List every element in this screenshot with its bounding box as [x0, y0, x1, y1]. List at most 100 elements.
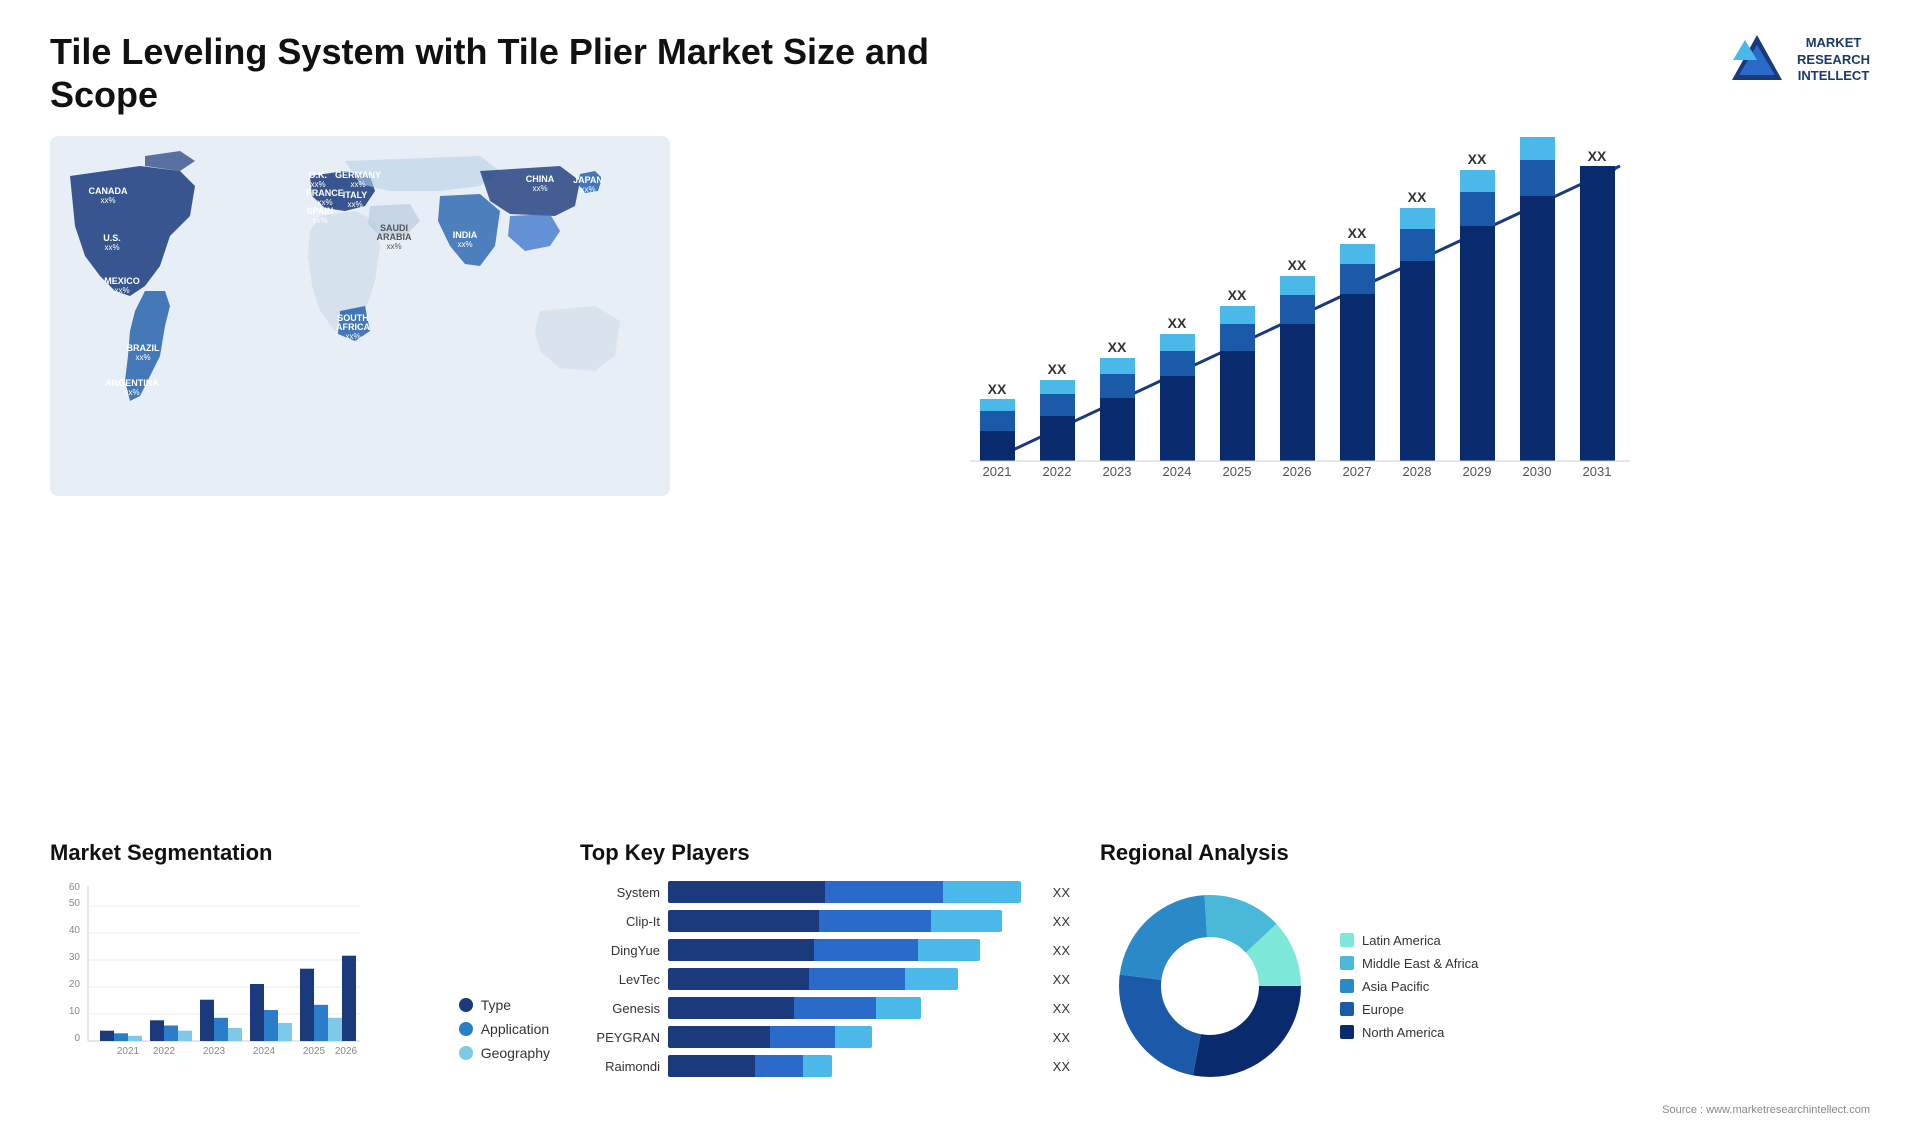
bar-seg1 [668, 1026, 770, 1048]
list-item: DingYue XX [580, 939, 1070, 961]
legend-item-type: Type [459, 997, 550, 1013]
svg-text:XX: XX [988, 381, 1007, 397]
donut-chart-svg [1100, 876, 1320, 1096]
bar-seg3 [905, 968, 958, 990]
svg-text:ARGENTINA: ARGENTINA [105, 378, 159, 388]
svg-text:JAPAN: JAPAN [573, 175, 603, 185]
bar-seg3 [943, 881, 1021, 903]
svg-text:INDIA: INDIA [453, 230, 478, 240]
svg-text:GERMANY: GERMANY [335, 170, 381, 180]
players-title: Top Key Players [580, 840, 1070, 866]
legend-label-latin-america: Latin America [1362, 933, 1441, 948]
legend-dot-type [459, 998, 473, 1012]
svg-text:2030: 2030 [1523, 464, 1552, 479]
svg-text:xx%: xx% [457, 240, 472, 249]
legend-label-type: Type [481, 997, 511, 1013]
player-bar-container [668, 968, 1040, 990]
legend-label-geography: Geography [481, 1045, 550, 1061]
logo-text: MARKET RESEARCH INTELLECT [1797, 35, 1870, 86]
player-value: XX [1053, 885, 1070, 900]
svg-text:2031: 2031 [1583, 464, 1612, 479]
seg-legend: Type Application Geography [444, 997, 550, 1081]
bar-seg2 [809, 968, 906, 990]
legend-color-mea [1340, 956, 1354, 970]
legend-item-middle-east-africa: Middle East & Africa [1340, 956, 1478, 971]
legend-color-europe [1340, 1002, 1354, 1016]
player-name: Clip-It [580, 914, 660, 929]
legend-item-asia-pacific: Asia Pacific [1340, 979, 1478, 994]
players-list: System XX Clip-It [580, 881, 1070, 1077]
player-bar [668, 1026, 872, 1048]
player-bar [668, 939, 980, 961]
map-section: CANADA xx% U.S. xx% MEXICO xx% BRAZIL xx… [50, 136, 670, 830]
player-bar-container [668, 910, 1040, 932]
players-section: Top Key Players System XX Clip-It [550, 840, 1070, 1116]
svg-text:U.K.: U.K. [309, 170, 327, 180]
player-bar-container [668, 939, 1040, 961]
svg-text:XX: XX [1588, 148, 1607, 164]
player-bar-container [668, 881, 1040, 903]
svg-text:2028: 2028 [1403, 464, 1432, 479]
svg-text:XX: XX [1408, 189, 1427, 205]
svg-text:30: 30 [69, 952, 81, 963]
svg-text:2023: 2023 [203, 1046, 226, 1057]
svg-text:xx%: xx% [350, 180, 365, 189]
player-name: DingYue [580, 943, 660, 958]
bar-seg1 [668, 910, 819, 932]
seg-chart-svg: 0 10 20 30 40 50 60 [50, 876, 370, 1076]
player-bar [668, 1055, 832, 1077]
svg-text:2021: 2021 [117, 1046, 140, 1057]
bar-seg1 [668, 1055, 755, 1077]
world-map-svg: CANADA xx% U.S. xx% MEXICO xx% BRAZIL xx… [50, 136, 670, 496]
svg-text:40: 40 [69, 925, 81, 936]
svg-text:20: 20 [69, 979, 81, 990]
legend-color-apac [1340, 979, 1354, 993]
svg-text:xx%: xx% [124, 388, 139, 397]
legend-item-latin-america: Latin America [1340, 933, 1478, 948]
bar-seg3 [876, 997, 921, 1019]
legend-color-latin-america [1340, 933, 1354, 947]
chart-section: XX 2021 XX 2022 XX 2023 [670, 136, 1870, 830]
map-wrapper: CANADA xx% U.S. xx% MEXICO xx% BRAZIL xx… [50, 136, 670, 496]
list-item: LevTec XX [580, 968, 1070, 990]
player-value: XX [1053, 914, 1070, 929]
legend-label-mea: Middle East & Africa [1362, 956, 1478, 971]
player-bar-container [668, 1055, 1040, 1077]
svg-text:FRANCE: FRANCE [306, 188, 344, 198]
svg-text:xx%: xx% [345, 332, 360, 341]
svg-text:60: 60 [69, 882, 81, 893]
svg-text:0: 0 [74, 1033, 80, 1044]
bar-seg2 [770, 1026, 835, 1048]
player-value: XX [1053, 1030, 1070, 1045]
regional-title: Regional Analysis [1100, 840, 1870, 866]
list-item: PEYGRAN XX [580, 1026, 1070, 1048]
svg-text:2026: 2026 [1283, 464, 1312, 479]
player-value: XX [1053, 943, 1070, 958]
svg-text:AFRICA: AFRICA [336, 322, 370, 332]
legend-item-europe: Europe [1340, 1002, 1478, 1017]
svg-text:xx%: xx% [580, 185, 595, 194]
svg-text:xx%: xx% [135, 353, 150, 362]
logo-area: MARKET RESEARCH INTELLECT [1727, 30, 1870, 90]
segmentation-section: Market Segmentation 0 10 20 30 40 50 [50, 840, 550, 1116]
bar-seg2 [814, 939, 918, 961]
svg-text:U.S.: U.S. [103, 233, 121, 243]
legend-dot-geography [459, 1046, 473, 1060]
page-title: Tile Leveling System with Tile Plier Mar… [50, 30, 950, 116]
svg-text:CANADA: CANADA [89, 186, 128, 196]
svg-text:XX: XX [1108, 339, 1127, 355]
svg-text:2025: 2025 [303, 1046, 326, 1057]
legend-dot-application [459, 1022, 473, 1036]
svg-text:xx%: xx% [347, 200, 362, 209]
legend-label-apac: Asia Pacific [1362, 979, 1429, 994]
bar-seg1 [668, 997, 794, 1019]
svg-text:10: 10 [69, 1006, 81, 1017]
bar-seg2 [825, 881, 943, 903]
player-bar [668, 910, 1002, 932]
svg-text:XX: XX [1048, 361, 1067, 377]
player-bar-container [668, 1026, 1040, 1048]
player-name: Raimondi [580, 1059, 660, 1074]
svg-text:2025: 2025 [1223, 464, 1252, 479]
player-bar [668, 881, 1021, 903]
segmentation-title: Market Segmentation [50, 840, 550, 866]
